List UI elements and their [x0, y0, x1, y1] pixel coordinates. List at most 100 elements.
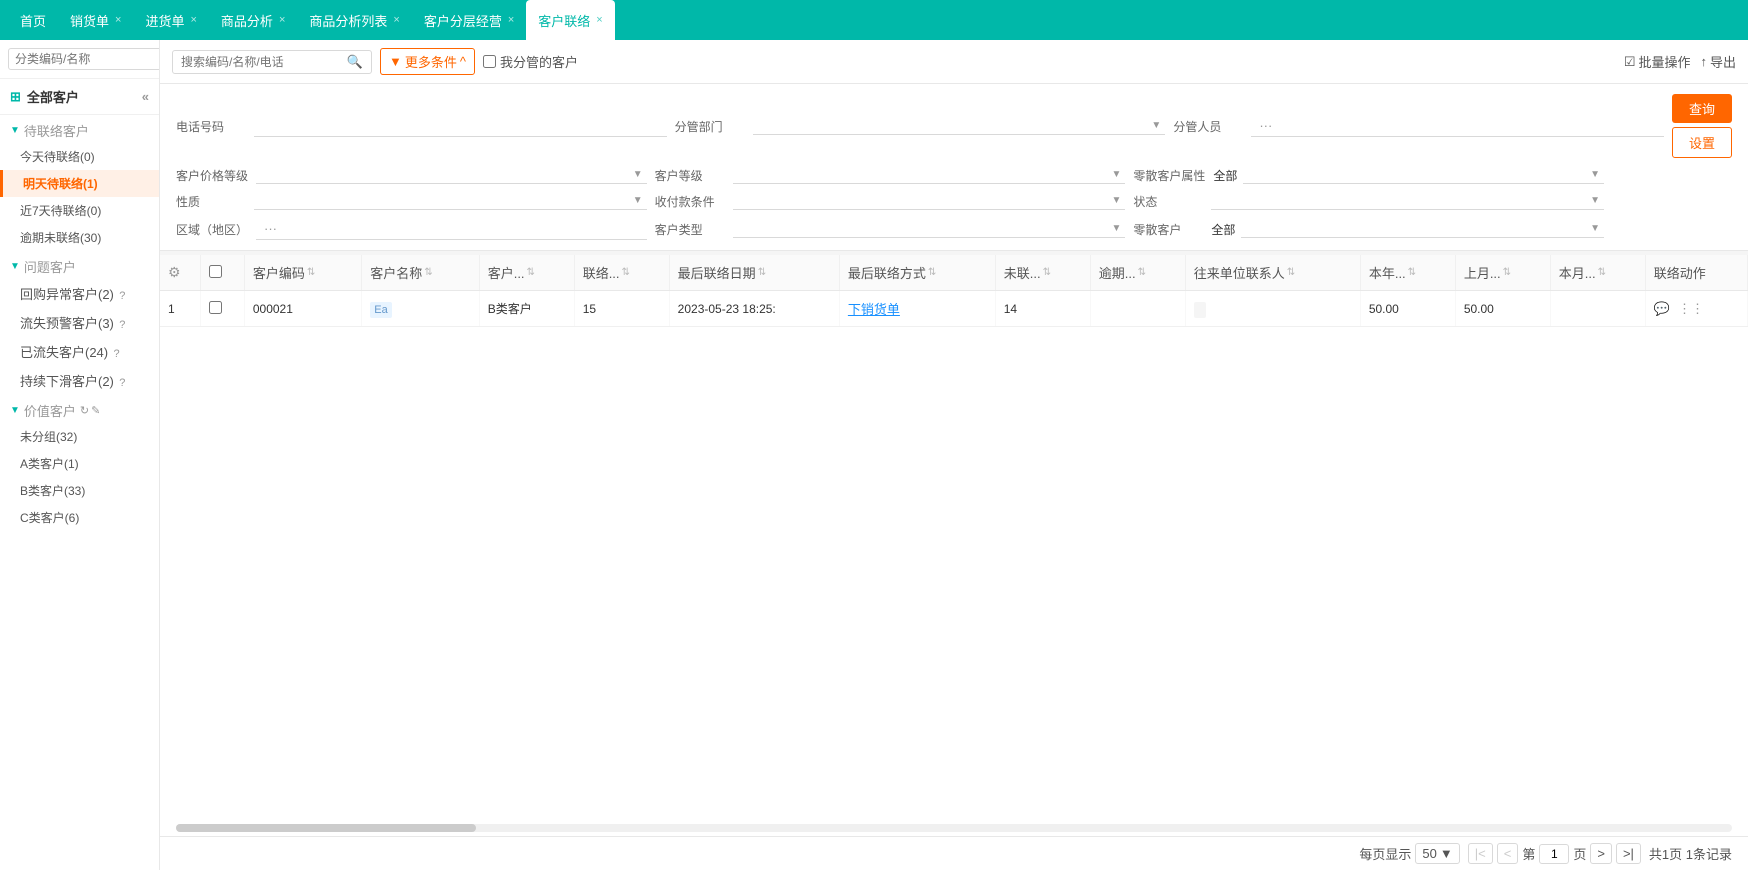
close-purchase-icon[interactable]: × [190, 14, 196, 26]
sort-icon-overdue[interactable]: ⇅ [1138, 267, 1146, 278]
nav-customer-contact[interactable]: 客户联络 × [526, 0, 614, 40]
contact-badge [1194, 302, 1206, 318]
prev-page-btn[interactable]: < [1497, 843, 1519, 864]
last-page-btn[interactable]: >| [1616, 843, 1641, 864]
sort-icon-name[interactable]: ⇅ [424, 267, 432, 278]
nav-sales[interactable]: 销货单 × [58, 0, 133, 40]
sidebar-item-continuous-decline[interactable]: 持续下滑客户(2) ? [0, 366, 159, 395]
select-all-checkbox[interactable] [209, 265, 222, 278]
filter-retail-attr-select[interactable]: ▼ [1243, 166, 1604, 184]
sidebar-item-week[interactable]: 近7天待联络(0) [0, 197, 159, 224]
sidebar-item-class-b[interactable]: B类客户(33) [0, 477, 159, 504]
col-checkbox[interactable] [200, 255, 244, 291]
per-page-select[interactable]: 50 ▼ [1415, 843, 1459, 864]
first-page-btn[interactable]: |< [1468, 843, 1493, 864]
next-page-btn[interactable]: > [1590, 843, 1612, 864]
chevron-down-icon-nature: ▼ [633, 195, 643, 206]
sort-icon-lastdate[interactable]: ⇅ [758, 267, 766, 278]
filter-payment-select[interactable]: ▼ [733, 192, 1126, 210]
filter-nature-select[interactable]: ▼ [254, 192, 647, 210]
row-checkbox[interactable] [209, 301, 222, 314]
filter-person-select[interactable]: ··· [1251, 115, 1664, 137]
close-goods-analysis-icon[interactable]: × [279, 14, 285, 26]
close-customer-segment-icon[interactable]: × [508, 14, 514, 26]
dots-icon-region[interactable]: ··· [264, 221, 277, 236]
filter-dept-select[interactable]: ▼ [753, 117, 1166, 135]
filter-region-select[interactable]: ··· [256, 218, 647, 240]
sidebar-item-churned[interactable]: 已流失客户(24) ? [0, 337, 159, 366]
scroll-thumb[interactable] [176, 824, 476, 832]
set-button[interactable]: 设置 [1672, 127, 1732, 158]
nav-goods-analysis[interactable]: 商品分析 × [209, 0, 297, 40]
sort-icon-code[interactable]: ⇅ [307, 267, 315, 278]
collapse-sidebar-icon[interactable]: « [142, 89, 149, 104]
sidebar-item-ungrouped[interactable]: 未分组(32) [0, 423, 159, 450]
sidebar-item-repurchase-abnormal[interactable]: 回购异常客户(2) ? [0, 279, 159, 308]
checkbox-icon: ☑ [1624, 54, 1636, 70]
export-btn[interactable]: ↑ 导出 [1700, 52, 1736, 71]
sort-icon-contacts[interactable]: ⇅ [1287, 267, 1295, 278]
sidebar-search-input[interactable] [8, 48, 160, 70]
close-customer-contact-icon[interactable]: × [596, 14, 602, 26]
top-nav: 首页 销货单 × 进货单 × 商品分析 × 商品分析列表 × 客户分层经营 × … [0, 0, 1748, 40]
refresh-icon[interactable]: ↻ [80, 404, 89, 417]
edit-icon[interactable]: ✎ [91, 404, 100, 417]
sort-icon-thisyear[interactable]: ⇅ [1408, 267, 1416, 278]
sidebar-item-today[interactable]: 今天待联络(0) [0, 143, 159, 170]
dots-icon-person[interactable]: ··· [1259, 118, 1272, 133]
sidebar-group-pending[interactable]: ▼ 待联络客户 [0, 115, 159, 143]
customer-name-badge: Ea [370, 302, 391, 318]
sort-icon-lastmonth[interactable]: ⇅ [1503, 267, 1511, 278]
sidebar-item-class-a[interactable]: A类客户(1) [0, 450, 159, 477]
grid-icon: ⊞ [10, 89, 21, 105]
sidebar-search-area: 🔍 [0, 40, 159, 79]
query-button[interactable]: 查询 [1672, 94, 1732, 123]
my-customers-check[interactable] [483, 55, 496, 68]
filter-price-grade: 客户价格等级 ▼ [176, 166, 647, 184]
close-goods-analysis-list-icon[interactable]: × [393, 14, 399, 26]
col-last-month: 上月... ⇅ [1455, 255, 1550, 291]
gear-icon[interactable]: ⚙ [168, 264, 181, 280]
filter-customer-type-select[interactable]: ▼ [733, 220, 1126, 238]
sort-icon-lastway[interactable]: ⇅ [928, 267, 936, 278]
sidebar-item-class-c[interactable]: C类客户(6) [0, 504, 159, 531]
close-sales-icon[interactable]: × [115, 14, 121, 26]
last-way-link[interactable]: 下销货单 [848, 302, 900, 317]
page-navigation: |< < 第 页 > >| [1468, 843, 1641, 864]
search-input[interactable] [181, 55, 347, 69]
menu-icon[interactable]: ⋮⋮ [1678, 301, 1704, 317]
sidebar-group-value[interactable]: ▼ 价值客户 ↻ ✎ [0, 395, 159, 423]
sidebar-item-churn-risk[interactable]: 流失预警客户(3) ? [0, 308, 159, 337]
sidebar-all-customers[interactable]: ⊞ 全部客户 « [0, 79, 159, 115]
sort-icon-contact[interactable]: ⇅ [622, 267, 630, 278]
batch-op-btn[interactable]: ☑ 批量操作 [1624, 52, 1691, 71]
help-icon-2: ? [119, 319, 125, 331]
nav-customer-segment[interactable]: 客户分层经营 × [412, 0, 526, 40]
filter-price-grade-select[interactable]: ▼ [256, 166, 647, 184]
filter-status-select[interactable]: ▼ [1211, 192, 1604, 210]
sort-icon-thismonth[interactable]: ⇅ [1598, 267, 1606, 278]
table-row: 1 000021 Ea B类客户 15 2023-05-23 18:25: 下销… [160, 291, 1748, 327]
filter-retail-customer-select[interactable]: ▼ [1241, 220, 1604, 238]
filter-dept: 分管部门 ▼ [675, 117, 1166, 135]
search-icon[interactable]: 🔍 [347, 54, 363, 70]
nav-home[interactable]: 首页 [8, 0, 58, 40]
nav-purchase[interactable]: 进货单 × [133, 0, 208, 40]
cell-last-way[interactable]: 下销货单 [839, 291, 995, 327]
sort-icon-nocontact[interactable]: ⇅ [1043, 267, 1051, 278]
filter-phone-input[interactable] [254, 116, 667, 137]
filter-person: 分管人员 ··· [1173, 115, 1664, 137]
cell-checkbox[interactable] [200, 291, 244, 327]
nav-goods-analysis-list[interactable]: 商品分析列表 × [297, 0, 411, 40]
cell-customer-type: B类客户 [479, 291, 574, 327]
sidebar-item-tomorrow[interactable]: 明天待联络(1) [0, 170, 159, 197]
comment-icon[interactable]: 💬 [1654, 301, 1670, 317]
sort-icon-ctype[interactable]: ⇅ [527, 267, 535, 278]
filter-more-btn[interactable]: ▼ 更多条件 ^ [380, 48, 475, 75]
col-gear[interactable]: ⚙ [160, 255, 200, 291]
page-number-input[interactable] [1539, 844, 1569, 864]
sidebar-item-overdue[interactable]: 逾期未联络(30) [0, 224, 159, 251]
filter-grade-select[interactable]: ▼ [733, 166, 1126, 184]
my-customers-checkbox[interactable]: 我分管的客户 [483, 52, 578, 71]
sidebar-group-problem[interactable]: ▼ 问题客户 [0, 251, 159, 279]
